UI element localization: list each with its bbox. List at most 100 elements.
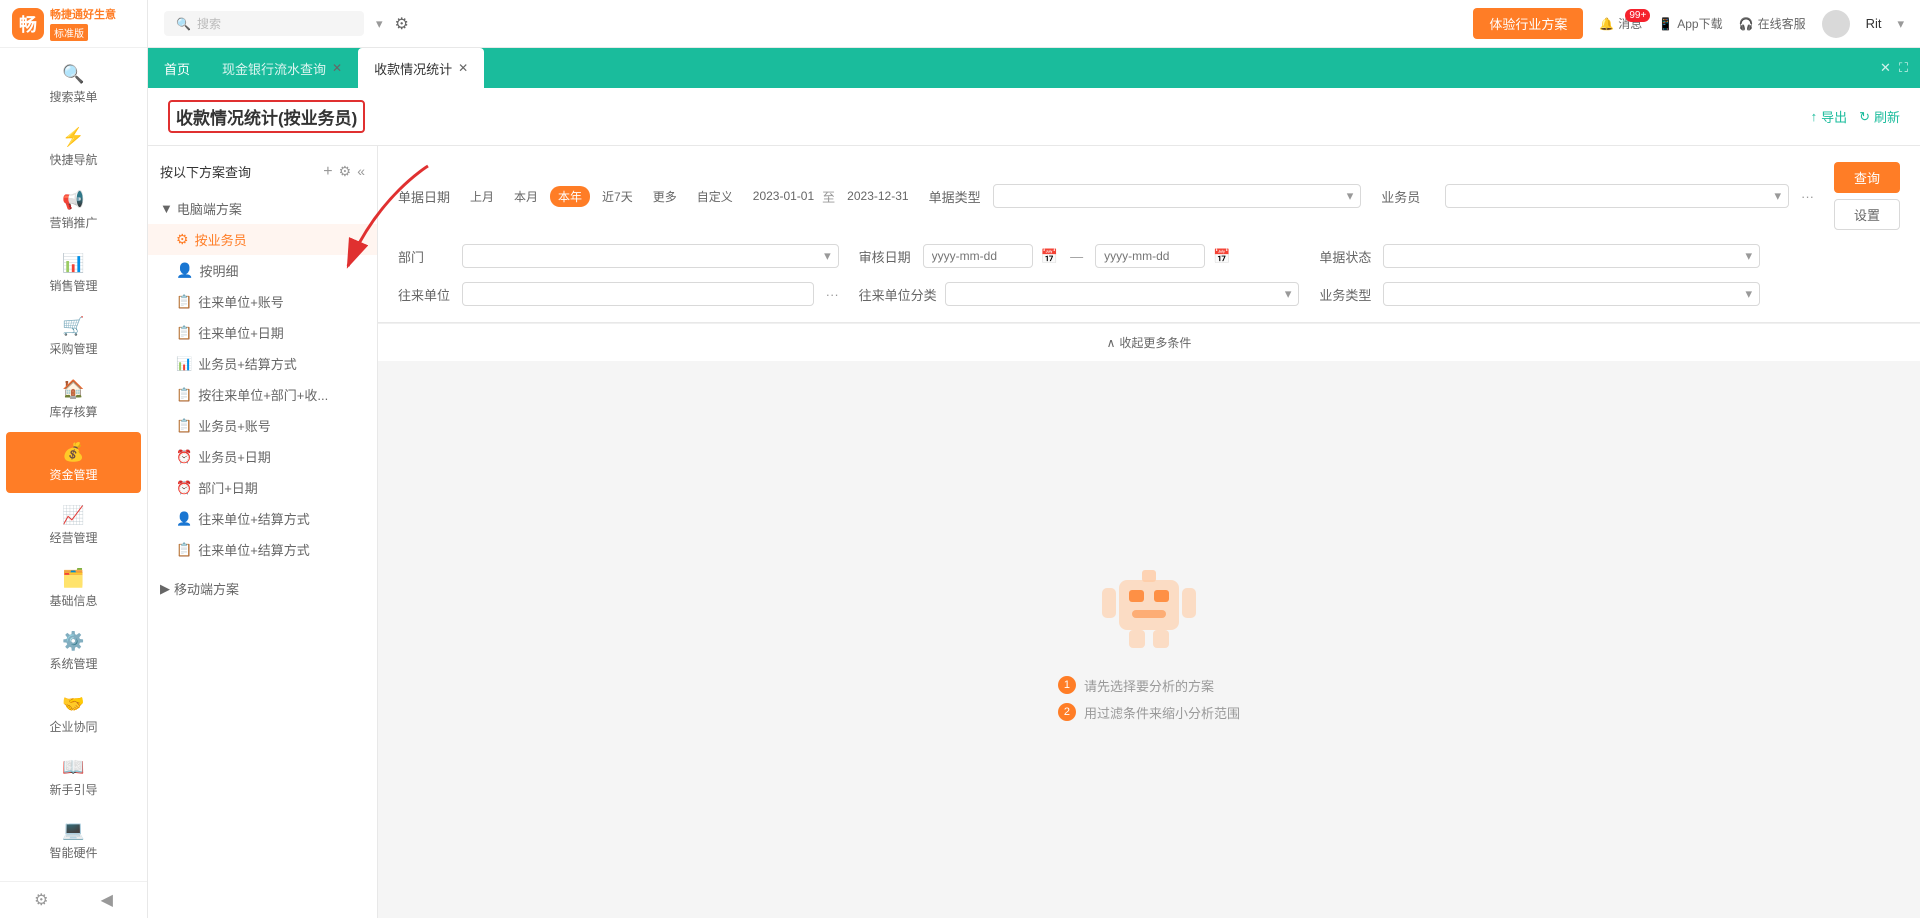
trial-button[interactable]: 体验行业方案 (1473, 8, 1583, 39)
panel-item-salesman-settle[interactable]: 📊 业务员+结算方式 (148, 348, 377, 379)
panel-add-icon[interactable]: + (323, 163, 332, 181)
tab-home[interactable]: 首页 (148, 48, 206, 88)
operations-icon: 📈 (62, 505, 84, 526)
panel-item-partner-settle2[interactable]: 📋 往来单位+结算方式 (148, 534, 377, 565)
sidebar-item-inventory[interactable]: 🏠 库存核算 (6, 369, 141, 430)
sidebar-item-hardware[interactable]: 💻 智能硬件 (6, 810, 141, 871)
panel-item-salesman-date[interactable]: ⏰ 业务员+日期 (148, 441, 377, 472)
partner-dots[interactable]: ··· (826, 287, 839, 302)
tab-close-all-icon[interactable]: ✕ (1880, 60, 1891, 76)
partner-settle2-icon: 📋 (176, 542, 192, 558)
sidebar-item-marketing[interactable]: 📢 营销推广 (6, 180, 141, 241)
biz-type-select-wrapper: ▾ (1383, 282, 1760, 306)
system-icon: ⚙️ (62, 631, 84, 652)
content-area: 按以下方案查询 + ⚙ « ▼ 电脑端方案 (148, 146, 1920, 918)
top-bar-left: 🔍 搜索 ▾ ⚙ (164, 11, 1473, 36)
doc-type-select[interactable] (993, 184, 1362, 208)
panel-item-salesman-account[interactable]: 📋 业务员+账号 (148, 410, 377, 441)
sidebar-item-system[interactable]: ⚙️ 系统管理 (6, 621, 141, 682)
salesman-select[interactable] (1445, 184, 1789, 208)
sidebar-item-wechat[interactable]: 💬 企业微信 (6, 873, 141, 881)
panel-item-partner-date[interactable]: 📋 往来单位+日期 (148, 317, 377, 348)
dropdown-arrow-icon[interactable]: ▾ (376, 16, 383, 32)
messages-button[interactable]: 🔔 消息 99+ (1599, 15, 1642, 32)
step-2-num: 2 (1058, 703, 1076, 721)
salesman-settle-icon: 📊 (176, 356, 192, 372)
page-header: 收款情况统计(按业务员) ↑ 导出 ↻ 刷新 (148, 88, 1920, 146)
dept-select[interactable] (462, 244, 839, 268)
panel-item-dept-date[interactable]: ⏰ 部门+日期 (148, 472, 377, 503)
date-tab-this-month[interactable]: 本月 (506, 186, 546, 207)
doc-status-select[interactable] (1383, 244, 1760, 268)
date-from-display: 2023-01-01 (753, 189, 814, 203)
query-button[interactable]: 查询 (1834, 162, 1900, 193)
date-tab-this-year[interactable]: 本年 (550, 186, 590, 207)
empty-state-area: 1 请先选择要分析的方案 2 用过滤条件来缩小分析范围 (378, 361, 1920, 918)
tab-receipt[interactable]: 收款情况统计 ✕ (358, 48, 484, 88)
sidebar-item-purchase[interactable]: 🛒 采购管理 (6, 306, 141, 367)
desktop-section: ▼ 电脑端方案 ⚙ 按业务员 👤 按明细 📋 (148, 189, 377, 569)
mobile-section-title[interactable]: ▶ 移动端方案 (148, 573, 377, 604)
filter-buttons: 查询 设置 (1834, 162, 1900, 230)
messages-badge: 99+ (1625, 9, 1650, 22)
panel-settings-icon[interactable]: ⚙ (339, 163, 352, 181)
sidebar-settings-icon[interactable]: ⚙ (34, 890, 48, 910)
inventory-icon: 🏠 (62, 379, 84, 400)
panel-item-partner-settle1[interactable]: 👤 往来单位+结算方式 (148, 503, 377, 534)
partner-cat-select[interactable] (945, 282, 1300, 306)
user-dropdown-icon[interactable]: ▾ (1897, 16, 1904, 32)
sidebar-item-guide[interactable]: 📖 新手引导 (6, 747, 141, 808)
partner-cat-select-wrapper: ▾ (945, 282, 1300, 306)
tab-bank[interactable]: 现金银行流水查询 ✕ (206, 48, 358, 88)
receipt-tab-label: 收款情况统计 (374, 59, 452, 78)
date-to-display: 2023-12-31 (847, 189, 908, 203)
sidebar-item-enterprise[interactable]: 🤝 企业协同 (6, 684, 141, 745)
filter-settings-button[interactable]: 设置 (1834, 199, 1900, 230)
date-tab-last-month[interactable]: 上月 (462, 186, 502, 207)
sidebar-item-search[interactable]: 🔍 搜索菜单 (6, 54, 141, 115)
review-date-to[interactable] (1095, 244, 1205, 268)
review-date-calendar2-icon[interactable]: 📅 (1213, 248, 1230, 265)
partner-cat-label: 往来单位分类 (859, 285, 937, 304)
online-service-button[interactable]: 🎧 在线客服 (1739, 15, 1806, 32)
app-download-button[interactable]: 📱 App下载 (1658, 15, 1722, 32)
topbar-gear-icon[interactable]: ⚙ (395, 14, 409, 34)
breadcrumb-search[interactable]: 🔍 搜索 (164, 11, 364, 36)
partner-date-icon: 📋 (176, 325, 192, 341)
user-avatar[interactable] (1822, 10, 1850, 38)
salesman-dots[interactable]: ··· (1801, 189, 1814, 204)
receipt-tab-close[interactable]: ✕ (458, 61, 468, 75)
date-filter-item: 单据日期 上月 本月 本年 近7天 更多 自定义 (398, 186, 909, 207)
export-button[interactable]: ↑ 导出 (1811, 107, 1848, 126)
review-date-calendar1-icon[interactable]: 📅 (1041, 248, 1058, 265)
date-tab-more[interactable]: 更多 (645, 186, 685, 207)
sidebar-item-master[interactable]: 🗂️ 基础信息 (6, 558, 141, 619)
sidebar-item-sales[interactable]: 📊 销售管理 (6, 243, 141, 304)
sidebar-item-finance[interactable]: 💰 资金管理 (6, 432, 141, 493)
doc-status-label: 单据状态 (1319, 247, 1375, 266)
biz-type-select[interactable] (1383, 282, 1760, 306)
review-date-from[interactable] (923, 244, 1033, 268)
sidebar-item-operations[interactable]: 📈 经营管理 (6, 495, 141, 556)
chevron-right-icon: ▶ (160, 581, 170, 597)
partner-select[interactable] (462, 282, 814, 306)
collapse-bar[interactable]: ∧ 收起更多条件 (378, 323, 1920, 361)
sidebar-item-quicknav[interactable]: ⚡ 快捷导航 (6, 117, 141, 178)
page-title: 收款情况统计(按业务员) (168, 100, 365, 133)
panel-item-by-detail[interactable]: 👤 按明细 (148, 255, 377, 286)
panel-collapse-icon[interactable]: « (357, 163, 365, 181)
panel-item-partner-dept[interactable]: 📋 按往来单位+部门+收... (148, 379, 377, 410)
panel-item-by-salesman[interactable]: ⚙ 按业务员 (148, 224, 377, 255)
page-main: 收款情况统计(按业务员) ↑ 导出 ↻ 刷新 (148, 88, 1920, 918)
sidebar-collapse-icon[interactable]: ◀ (101, 890, 113, 910)
bank-tab-close[interactable]: ✕ (332, 61, 342, 75)
date-tab-7days[interactable]: 近7天 (594, 186, 641, 207)
refresh-button[interactable]: ↻ 刷新 (1859, 107, 1900, 126)
date-tab-custom[interactable]: 自定义 (689, 186, 741, 207)
tab-maximize-icon[interactable]: ⛶ (1899, 60, 1908, 76)
page-header-actions: ↑ 导出 ↻ 刷新 (1811, 107, 1900, 126)
desktop-section-title[interactable]: ▼ 电脑端方案 (148, 193, 377, 224)
panel-item-partner-account[interactable]: 📋 往来单位+账号 (148, 286, 377, 317)
salesman-account-label: 业务员+账号 (198, 416, 271, 435)
main-content: 🔍 搜索 ▾ ⚙ 体验行业方案 🔔 消息 99+ 📱 App下载 🎧 (148, 0, 1920, 918)
